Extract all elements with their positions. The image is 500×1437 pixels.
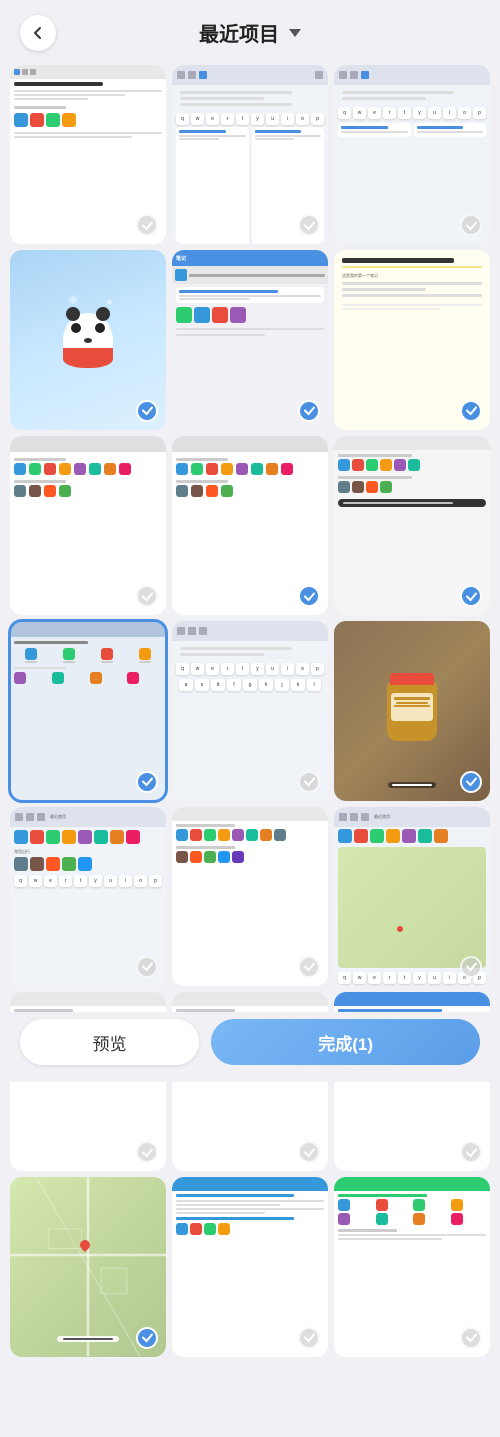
thumb-9[interactable]	[334, 436, 490, 615]
thumb-21[interactable]	[334, 1177, 490, 1356]
thumb-2[interactable]: qwe rty uiop	[172, 65, 328, 244]
check-6	[460, 400, 482, 422]
check-14	[298, 956, 320, 978]
preview-button[interactable]: 预览	[20, 1019, 199, 1065]
thumb-4[interactable]: ❄ ❄	[10, 250, 166, 429]
check-5	[298, 400, 320, 422]
check-8	[298, 585, 320, 607]
thumb-15[interactable]: 最近使用 qwe rty uiop	[334, 807, 490, 986]
thumb-7[interactable]	[10, 436, 166, 615]
thumb-11[interactable]: qwe rty uiop asd fgh jkl	[172, 621, 328, 800]
thumb-5[interactable]: 笔记	[172, 250, 328, 429]
done-button[interactable]: 完成(1)	[211, 1019, 480, 1065]
check-19	[136, 1327, 158, 1349]
check-10	[136, 771, 158, 793]
check-7	[136, 585, 158, 607]
check-15	[460, 956, 482, 978]
check-12	[460, 771, 482, 793]
thumb-1[interactable]	[10, 65, 166, 244]
thumb-8[interactable]	[172, 436, 328, 615]
thumb-6[interactable]: 这是我的第一个笔记	[334, 250, 490, 429]
thumb-3[interactable]: qwe rty uiop	[334, 65, 490, 244]
thumbnail-grid: qwe rty uiop	[0, 61, 500, 1437]
page-title[interactable]: 最近项目	[199, 18, 301, 47]
check-20	[298, 1327, 320, 1349]
check-13	[136, 956, 158, 978]
check-21	[460, 1327, 482, 1349]
check-9	[460, 585, 482, 607]
thumb-14[interactable]	[172, 807, 328, 986]
bottom-bar: 预览 完成(1)	[0, 1012, 500, 1082]
thumb-13[interactable]: 最近使用 常用出行	[10, 807, 166, 986]
thumb-12[interactable]	[334, 621, 490, 800]
back-button[interactable]	[20, 15, 56, 51]
thumb-19[interactable]	[10, 1177, 166, 1356]
check-11	[298, 771, 320, 793]
thumb-10[interactable]	[10, 621, 166, 800]
thumb-20[interactable]	[172, 1177, 328, 1356]
chevron-down-icon	[289, 29, 301, 37]
check-4	[136, 400, 158, 422]
header: 最近项目	[0, 0, 500, 61]
